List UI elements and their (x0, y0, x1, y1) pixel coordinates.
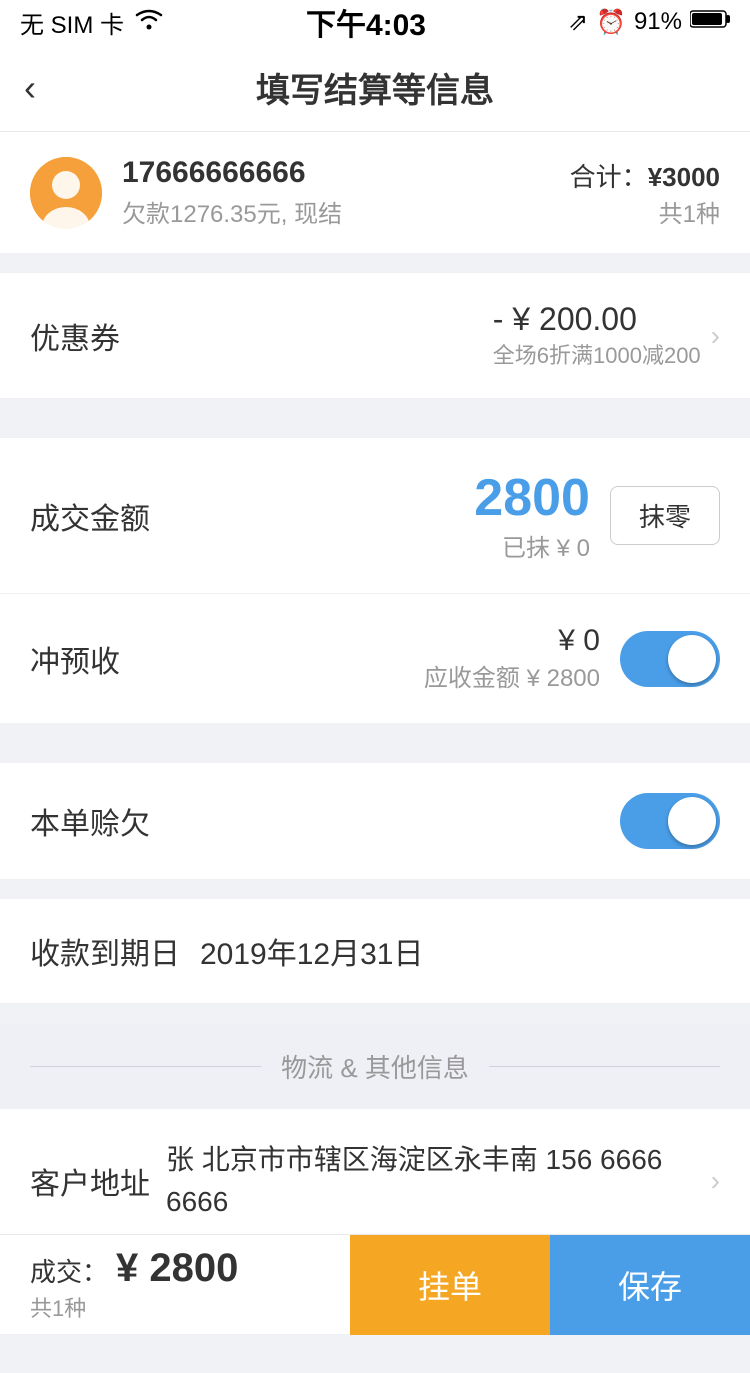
due-date-label: 收款到期日 (30, 929, 180, 973)
total-label: 合计：¥3000 (570, 157, 720, 194)
logistics-divider: 物流 & 其他信息 (0, 1024, 750, 1109)
credit-debt-toggle-track (620, 793, 720, 849)
credit-debt-toggle-thumb (668, 797, 716, 845)
customer-left: 17666666666 欠款1276.35元, 现结 (30, 156, 342, 229)
status-bar: 无 SIM 卡 下午4:03 ⇗ ⏰ 91% (0, 0, 750, 44)
deal-amount-label: 成交金额 (30, 494, 170, 538)
status-right: ⇗ ⏰ 91% (568, 8, 730, 37)
credit-debt-row: 本单赊欠 (0, 763, 750, 879)
sim-label: 无 SIM 卡 (20, 5, 124, 40)
due-date-section: 收款到期日 2019年12月31日 (0, 899, 750, 1004)
total-sub: 共1种 (570, 194, 720, 229)
logistics-text: 物流 & 其他信息 (281, 1048, 469, 1085)
deal-amount-value: 2800 (474, 468, 590, 528)
deal-amount-col: 2800 已抹 ¥ 0 (474, 468, 590, 563)
customer-phone: 17666666666 (122, 156, 342, 190)
prepayment-label: 冲预收 (30, 637, 170, 681)
address-value: 张 北京市市辖区海淀区永丰南 156 6666 6666 (166, 1139, 695, 1223)
coupon-sub: 全场6折满1000减200 (493, 338, 701, 370)
credit-debt-right (170, 793, 720, 849)
status-left: 无 SIM 卡 (20, 5, 164, 40)
gray-gap-1 (0, 418, 750, 438)
hold-button[interactable]: 挂单 (350, 1235, 550, 1335)
page-title: 填写结算等信息 (256, 63, 494, 112)
bottom-count: 共1种 (30, 1291, 320, 1323)
customer-sub: 欠款1276.35元, 现结 (122, 194, 342, 229)
prepayment-sub: 应收金额 ¥ 2800 (424, 658, 600, 693)
bottom-deal-amount: ¥ 2800 (116, 1246, 238, 1291)
customer-row: 17666666666 欠款1276.35元, 现结 合计：¥3000 共1种 (0, 132, 750, 253)
prepayment-right: ¥ 0 应收金额 ¥ 2800 (170, 624, 720, 693)
address-chevron-icon: › (711, 1165, 720, 1197)
prepayment-col: ¥ 0 应收金额 ¥ 2800 (424, 624, 600, 693)
back-button[interactable]: ‹ (24, 67, 36, 109)
deal-amount-section: 成交金额 2800 已抹 ¥ 0 抹零 冲预收 ¥ 0 应收金额 ¥ 2800 (0, 438, 750, 723)
coupon-value: - ¥ 200.00 全场6折满1000减200 (493, 301, 701, 370)
deal-amount-row: 成交金额 2800 已抹 ¥ 0 抹零 (0, 438, 750, 594)
location-icon: ⇗ (568, 8, 588, 37)
due-date-row: 收款到期日 2019年12月31日 (0, 899, 750, 1004)
nav-bar: ‹ 填写结算等信息 (0, 44, 750, 132)
coupon-discount: - ¥ 200.00 (493, 301, 701, 338)
alarm-icon: ⏰ (596, 8, 626, 37)
content-area: 17666666666 欠款1276.35元, 现结 合计：¥3000 共1种 … (0, 132, 750, 1373)
coupon-chevron-icon: › (711, 320, 720, 352)
prepayment-amount: ¥ 0 (558, 624, 600, 658)
wifi-icon (134, 8, 164, 37)
bottom-deal-row: 成交： ¥ 2800 (30, 1246, 320, 1291)
address-row[interactable]: 客户地址 张 北京市市辖区海淀区永丰南 156 6666 6666 › (0, 1109, 750, 1253)
credit-debt-toggle[interactable] (620, 793, 720, 849)
status-time: 下午4:03 (306, 0, 426, 44)
prepayment-toggle[interactable] (620, 631, 720, 687)
deal-amount-sub: 已抹 ¥ 0 (502, 528, 590, 563)
coupon-right: - ¥ 200.00 全场6折满1000减200 › (493, 301, 720, 370)
save-button[interactable]: 保存 (550, 1235, 750, 1335)
address-section: 客户地址 张 北京市市辖区海淀区永丰南 156 6666 6666 › (0, 1109, 750, 1253)
coupon-label: 优惠券 (30, 314, 120, 358)
address-label: 客户地址 (30, 1159, 150, 1203)
customer-section: 17666666666 欠款1276.35元, 现结 合计：¥3000 共1种 (0, 132, 750, 253)
bottom-deal-label: 成交： (30, 1252, 108, 1289)
round-button[interactable]: 抹零 (610, 486, 720, 545)
logistics-line-right (489, 1066, 720, 1067)
battery-label: 91% (634, 8, 682, 36)
deal-amount-right: 2800 已抹 ¥ 0 抹零 (170, 468, 720, 563)
coupon-section: 优惠券 - ¥ 200.00 全场6折满1000减200 › (0, 273, 750, 398)
total-amount: ¥3000 (648, 162, 720, 192)
prepayment-toggle-thumb (668, 635, 716, 683)
avatar (30, 157, 102, 229)
logistics-line-left (30, 1066, 261, 1067)
customer-right: 合计：¥3000 共1种 (570, 157, 720, 229)
prepayment-toggle-track (620, 631, 720, 687)
gray-gap-2 (0, 743, 750, 763)
prepayment-row: 冲预收 ¥ 0 应收金额 ¥ 2800 (0, 594, 750, 723)
customer-info: 17666666666 欠款1276.35元, 现结 (122, 156, 342, 229)
credit-debt-section: 本单赊欠 (0, 763, 750, 879)
due-date-value: 2019年12月31日 (200, 929, 423, 973)
battery-icon (690, 8, 730, 36)
credit-debt-label: 本单赊欠 (30, 799, 170, 843)
bottom-summary: 成交： ¥ 2800 共1种 (0, 1246, 350, 1323)
coupon-row[interactable]: 优惠券 - ¥ 200.00 全场6折满1000减200 › (0, 273, 750, 398)
bottom-bar: 成交： ¥ 2800 共1种 挂单 保存 (0, 1234, 750, 1334)
